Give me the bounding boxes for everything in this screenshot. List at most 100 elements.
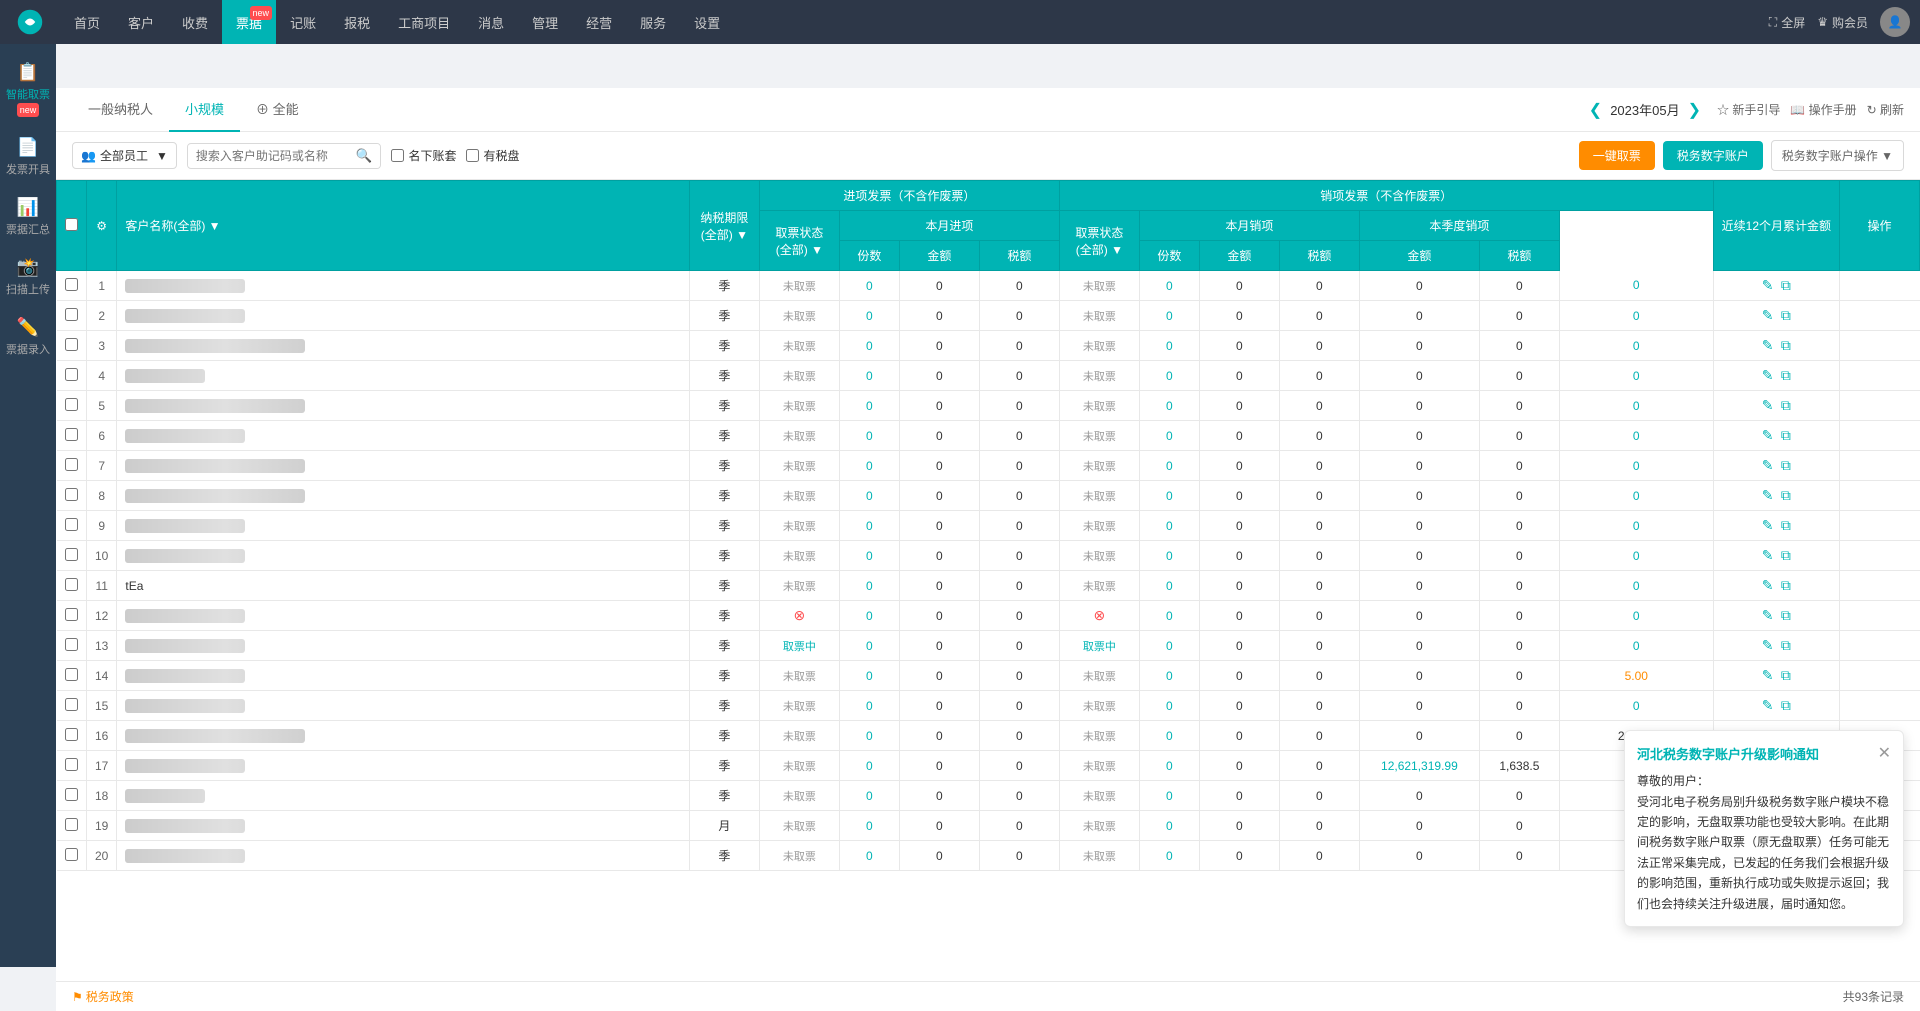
tax-policy-link[interactable]: ⚑ 税务政策 bbox=[72, 988, 134, 1005]
edit-icon[interactable]: ✎ bbox=[1762, 667, 1774, 683]
row-checkbox[interactable] bbox=[65, 488, 78, 501]
one-click-ticket-button[interactable]: 一键取票 bbox=[1579, 141, 1655, 170]
row-checkbox[interactable] bbox=[65, 608, 78, 621]
copy-icon[interactable]: ⧉ bbox=[1781, 427, 1791, 443]
row-checkbox[interactable] bbox=[65, 758, 78, 771]
checkbox-account[interactable]: 名下账套 bbox=[391, 147, 456, 164]
edit-icon[interactable]: ✎ bbox=[1762, 457, 1774, 473]
nav-operation[interactable]: 经营 bbox=[572, 0, 626, 44]
row-checkbox[interactable] bbox=[65, 818, 78, 831]
row-checkbox[interactable] bbox=[65, 338, 78, 351]
edit-icon[interactable]: ✎ bbox=[1762, 337, 1774, 353]
row-checkbox[interactable] bbox=[65, 458, 78, 471]
manual-button[interactable]: 📖 操作手册 bbox=[1790, 101, 1856, 118]
copy-icon[interactable]: ⧉ bbox=[1781, 487, 1791, 503]
copy-icon[interactable]: ⧉ bbox=[1781, 457, 1791, 473]
edit-icon[interactable]: ✎ bbox=[1762, 397, 1774, 413]
last12-value[interactable]: 0 bbox=[1633, 639, 1640, 653]
row-checkbox[interactable] bbox=[65, 638, 78, 651]
checkbox-tax-disk-input[interactable] bbox=[466, 149, 479, 162]
sidebar-item-smart-ticket[interactable]: 📋 智能取票 new bbox=[0, 52, 56, 127]
copy-icon[interactable]: ⧉ bbox=[1781, 367, 1791, 383]
nav-manage[interactable]: 管理 bbox=[518, 0, 572, 44]
row-checkbox[interactable] bbox=[65, 698, 78, 711]
edit-icon[interactable]: ✎ bbox=[1762, 367, 1774, 383]
vip-button[interactable]: ♛ 购会员 bbox=[1817, 14, 1868, 31]
row-checkbox[interactable] bbox=[65, 368, 78, 381]
copy-icon[interactable]: ⧉ bbox=[1781, 637, 1791, 653]
row-checkbox[interactable] bbox=[65, 578, 78, 591]
last12-value[interactable]: 0 bbox=[1633, 579, 1640, 593]
last12-value[interactable]: 0 bbox=[1633, 489, 1640, 503]
edit-icon[interactable]: ✎ bbox=[1762, 487, 1774, 503]
copy-icon[interactable]: ⧉ bbox=[1781, 307, 1791, 323]
date-prev-button[interactable]: ❮ bbox=[1589, 100, 1602, 120]
copy-icon[interactable]: ⧉ bbox=[1781, 697, 1791, 713]
row-checkbox[interactable] bbox=[65, 728, 78, 741]
edit-icon[interactable]: ✎ bbox=[1762, 277, 1774, 293]
last12-value[interactable]: 0 bbox=[1633, 309, 1640, 323]
last12-value[interactable]: 0 bbox=[1633, 459, 1640, 473]
staff-select[interactable]: 👥 全部员工 ▼ bbox=[72, 142, 177, 169]
copy-icon[interactable]: ⧉ bbox=[1781, 517, 1791, 533]
copy-icon[interactable]: ⧉ bbox=[1781, 547, 1791, 563]
edit-icon[interactable]: ✎ bbox=[1762, 637, 1774, 653]
edit-icon[interactable]: ✎ bbox=[1762, 607, 1774, 623]
nav-accounting[interactable]: 记账 bbox=[276, 0, 330, 44]
fullscreen-button[interactable]: ⛶ 全屏 bbox=[1769, 14, 1805, 31]
select-all-checkbox[interactable] bbox=[65, 218, 78, 231]
last12-value[interactable]: 0 bbox=[1633, 519, 1640, 533]
last12-value[interactable]: 0 bbox=[1633, 339, 1640, 353]
notification-close-button[interactable]: ✕ bbox=[1878, 743, 1891, 763]
last12-value[interactable]: 0 bbox=[1633, 699, 1640, 713]
edit-icon[interactable]: ✎ bbox=[1762, 577, 1774, 593]
new-guide-button[interactable]: ☆ 新手引导 bbox=[1717, 101, 1780, 118]
row-checkbox[interactable] bbox=[65, 548, 78, 561]
edit-icon[interactable]: ✎ bbox=[1762, 547, 1774, 563]
sidebar-item-scan-upload[interactable]: 📸 扫描上传 bbox=[0, 247, 56, 307]
nav-message[interactable]: 消息 bbox=[464, 0, 518, 44]
tab-small-scale[interactable]: 小规模 bbox=[169, 88, 240, 132]
copy-icon[interactable]: ⧉ bbox=[1781, 397, 1791, 413]
last12-value[interactable]: 0 bbox=[1633, 609, 1640, 623]
checkbox-tax-disk[interactable]: 有税盘 bbox=[466, 147, 519, 164]
copy-icon[interactable]: ⧉ bbox=[1781, 667, 1791, 683]
row-checkbox[interactable] bbox=[65, 518, 78, 531]
nav-tax[interactable]: 报税 bbox=[330, 0, 384, 44]
avatar[interactable]: 👤 bbox=[1880, 7, 1910, 37]
sidebar-item-invoice-open[interactable]: 📄 发票开具 bbox=[0, 127, 56, 187]
nav-invoice[interactable]: 票据new bbox=[222, 0, 276, 44]
last12-value[interactable]: 0 bbox=[1633, 278, 1640, 292]
edit-icon[interactable]: ✎ bbox=[1762, 307, 1774, 323]
checkbox-account-input[interactable] bbox=[391, 149, 404, 162]
search-input[interactable] bbox=[188, 145, 348, 167]
copy-icon[interactable]: ⧉ bbox=[1781, 277, 1791, 293]
row-checkbox[interactable] bbox=[65, 308, 78, 321]
row-checkbox[interactable] bbox=[65, 398, 78, 411]
last12-value[interactable]: 0 bbox=[1633, 549, 1640, 563]
search-button[interactable]: 🔍 bbox=[348, 144, 381, 168]
last12-value[interactable]: 0 bbox=[1633, 399, 1640, 413]
edit-icon[interactable]: ✎ bbox=[1762, 427, 1774, 443]
last12-value[interactable]: 0 bbox=[1633, 429, 1640, 443]
tab-general-taxpayer[interactable]: 一般纳税人 bbox=[72, 88, 169, 132]
sidebar-item-invoice-entry[interactable]: ✏️ 票据录入 bbox=[0, 307, 56, 367]
copy-icon[interactable]: ⧉ bbox=[1781, 337, 1791, 353]
row-checkbox[interactable] bbox=[65, 848, 78, 861]
copy-icon[interactable]: ⧉ bbox=[1781, 607, 1791, 623]
last12-value[interactable]: 0 bbox=[1633, 369, 1640, 383]
row-checkbox[interactable] bbox=[65, 788, 78, 801]
nav-service[interactable]: 服务 bbox=[626, 0, 680, 44]
copy-icon[interactable]: ⧉ bbox=[1781, 577, 1791, 593]
edit-icon[interactable]: ✎ bbox=[1762, 697, 1774, 713]
nav-business[interactable]: 工商项目 bbox=[384, 0, 464, 44]
nav-customer[interactable]: 客户 bbox=[114, 0, 168, 44]
nav-billing[interactable]: 收费 bbox=[168, 0, 222, 44]
sidebar-item-invoice-summary[interactable]: 📊 票据汇总 bbox=[0, 187, 56, 247]
digital-account-op-button[interactable]: 税务数字账户操作 ▼ bbox=[1771, 140, 1904, 171]
digital-account-button[interactable]: 税务数字账户 bbox=[1663, 141, 1763, 170]
row-checkbox[interactable] bbox=[65, 668, 78, 681]
edit-icon[interactable]: ✎ bbox=[1762, 517, 1774, 533]
row-checkbox[interactable] bbox=[65, 428, 78, 441]
row-checkbox[interactable] bbox=[65, 278, 78, 291]
